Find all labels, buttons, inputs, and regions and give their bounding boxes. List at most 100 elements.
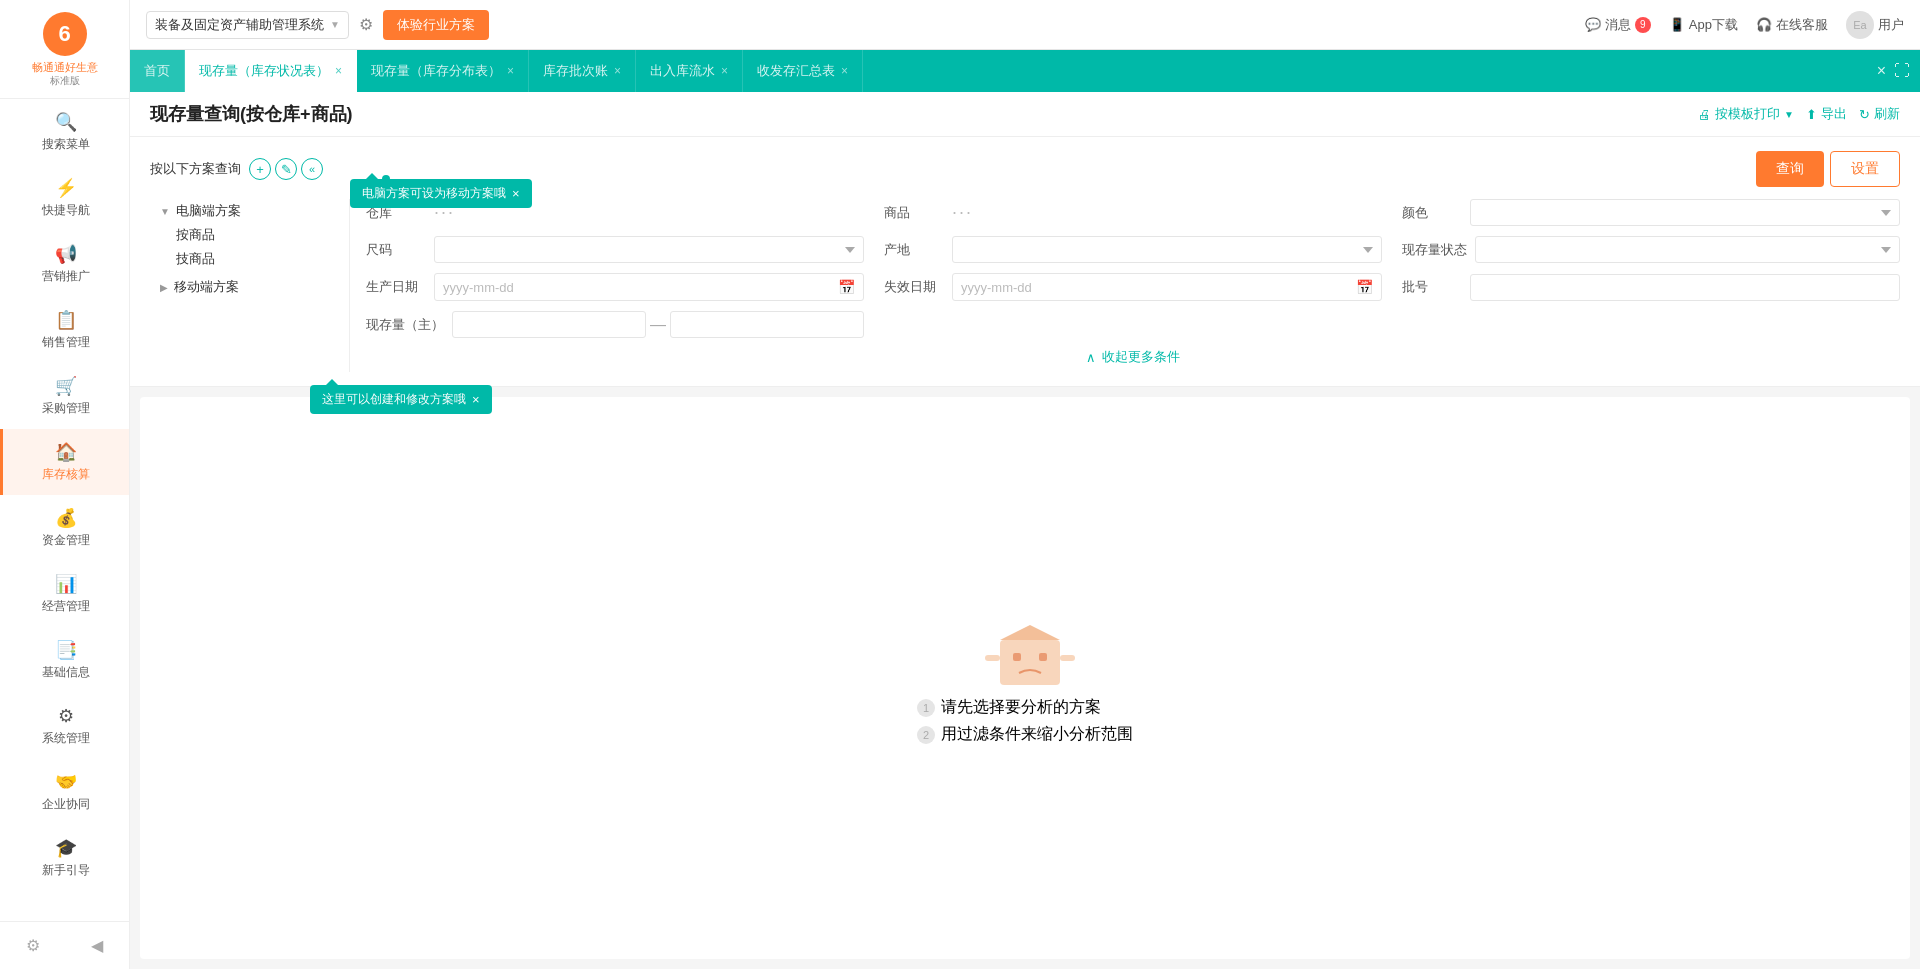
app-selector[interactable]: 装备及固定资产辅助管理系统 ▼ <box>146 11 349 39</box>
chevron-up-icon: ∧ <box>1086 350 1096 365</box>
page-title: 现存量查询(按仓库+商品) <box>150 102 353 126</box>
expiry-date-label: 失效日期 <box>884 278 944 296</box>
tab-inventory-status-close[interactable]: × <box>335 64 342 78</box>
color-select[interactable] <box>1470 199 1900 226</box>
collapse-bar[interactable]: ∧ 收起更多条件 <box>366 338 1900 372</box>
fullscreen-icon[interactable]: ⛶ <box>1894 62 1910 80</box>
sidebar-item-enterprise[interactable]: 🤝 企业协同 <box>0 759 129 825</box>
sidebar-item-label: 企业协同 <box>42 796 90 813</box>
sales-icon: 📋 <box>55 309 77 331</box>
message-label: 消息 <box>1605 16 1631 34</box>
print-icon: 🖨 <box>1698 107 1711 122</box>
query-btn[interactable]: 查询 <box>1756 151 1824 187</box>
phone-icon: 📱 <box>1669 17 1685 32</box>
close-all-icon[interactable]: × <box>1877 62 1886 80</box>
print-template-btn[interactable]: 🖨 按模板打印 ▼ <box>1698 105 1794 123</box>
sidebar-item-label: 营销推广 <box>42 268 90 285</box>
svg-rect-5 <box>1060 655 1075 661</box>
hint-text-2: 用过滤条件来缩小分析范围 <box>941 724 1133 745</box>
production-date-input[interactable]: yyyy-mm-dd 📅 <box>434 273 864 301</box>
sidebar-item-label: 搜索菜单 <box>42 136 90 153</box>
tab-home-label: 首页 <box>144 62 170 80</box>
tab-home[interactable]: 首页 <box>130 50 185 92</box>
scheme-tree-desktop[interactable]: ▼ 电脑端方案 <box>160 199 337 223</box>
filter-row-stock-main: 现存量（主） — <box>366 311 864 338</box>
sidebar-item-marketing[interactable]: 📢 营销推广 <box>0 231 129 297</box>
sidebar-item-operations[interactable]: 📊 经营管理 <box>0 561 129 627</box>
tab-inout-flow[interactable]: 出入库流水 × <box>636 50 743 92</box>
filter-header-label: 按以下方案查询 <box>150 160 241 178</box>
batch-no-input[interactable] <box>1470 274 1900 301</box>
stock-main-max[interactable] <box>670 311 864 338</box>
expiry-date-input[interactable]: yyyy-mm-dd 📅 <box>952 273 1382 301</box>
svg-rect-3 <box>1039 653 1047 661</box>
main: 装备及固定资产辅助管理系统 ▼ ⚙ 体验行业方案 💬 消息 9 📱 App下载 … <box>130 0 1920 969</box>
filter-row-production-date: 生产日期 yyyy-mm-dd 📅 <box>366 273 864 301</box>
app-name: 装备及固定资产辅助管理系统 <box>155 16 324 34</box>
sidebar-nav: 🔍 搜索菜单 ⚡ 快捷导航 📢 营销推广 📋 销售管理 🛒 采购管理 🏠 库存核… <box>0 99 129 921</box>
filter-header: 按以下方案查询 + ✎ « 电脑方案可设为移动方案哦 × 查询 设置 <box>150 151 1900 187</box>
stock-status-select[interactable] <box>1475 236 1900 263</box>
sidebar-collapse-btn[interactable]: ◀ <box>87 932 107 959</box>
scheme-by-goods[interactable]: 按商品 <box>176 223 337 247</box>
tab-inventory-dist-close[interactable]: × <box>507 64 514 78</box>
tooltip-edit-close-btn[interactable]: × <box>472 392 480 407</box>
origin-select[interactable] <box>952 236 1382 263</box>
logo-icon: 6 <box>43 12 87 56</box>
user-btn[interactable]: Ea 用户 <box>1846 11 1904 39</box>
enterprise-icon: 🤝 <box>55 771 77 793</box>
switch-scheme-btn[interactable]: « <box>301 158 323 180</box>
export-btn[interactable]: ⬆ 导出 <box>1806 105 1847 123</box>
operations-icon: 📊 <box>55 573 77 595</box>
svg-rect-4 <box>985 655 1000 661</box>
stock-status-label: 现存量状态 <box>1402 241 1467 259</box>
edit-scheme-btn[interactable]: ✎ <box>275 158 297 180</box>
tab-batch-account[interactable]: 库存批次账 × <box>529 50 636 92</box>
stock-main-min[interactable] <box>452 311 646 338</box>
sidebar-item-basic[interactable]: 📑 基础信息 <box>0 627 129 693</box>
filter-header-icons: + ✎ « <box>249 158 323 180</box>
sidebar-item-inventory[interactable]: 🏠 库存核算 <box>0 429 129 495</box>
tooltip-scheme-close-btn[interactable]: × <box>512 186 520 201</box>
sidebar-item-system[interactable]: ⚙ 系统管理 <box>0 693 129 759</box>
tooltip-edit-text: 这里可以创建和修改方案哦 <box>322 391 466 408</box>
filter-row-expiry-date: 失效日期 yyyy-mm-dd 📅 <box>884 273 1382 301</box>
tab-batch-account-close[interactable]: × <box>614 64 621 78</box>
tab-inout-flow-close[interactable]: × <box>721 64 728 78</box>
tab-receive-summary[interactable]: 收发存汇总表 × <box>743 50 863 92</box>
sidebar-item-purchase[interactable]: 🛒 采购管理 <box>0 363 129 429</box>
color-label: 颜色 <box>1402 204 1462 222</box>
hint-num-1: 1 <box>917 699 935 717</box>
tab-receive-summary-close[interactable]: × <box>841 64 848 78</box>
scheme-by-goods2[interactable]: 技商品 <box>176 247 337 271</box>
refresh-btn[interactable]: ↻ 刷新 <box>1859 105 1900 123</box>
tooltip-scheme: 电脑方案可设为移动方案哦 × <box>350 179 532 208</box>
batch-no-label: 批号 <box>1402 278 1462 296</box>
experience-btn[interactable]: 体验行业方案 <box>383 10 489 40</box>
topbar-settings-icon[interactable]: ⚙ <box>359 15 373 34</box>
sidebar-item-guide[interactable]: 🎓 新手引导 <box>0 825 129 891</box>
online-support-btn[interactable]: 🎧 在线客服 <box>1756 16 1828 34</box>
chevron-down-icon: ▼ <box>1784 109 1794 120</box>
add-scheme-btn[interactable]: + <box>249 158 271 180</box>
chevron-down-icon: ▼ <box>330 19 340 30</box>
app-download-label: App下载 <box>1689 16 1738 34</box>
sidebar-item-sales[interactable]: 📋 销售管理 <box>0 297 129 363</box>
tab-inventory-status-label: 现存量（库存状况表） <box>199 62 329 80</box>
empty-hints: 1 请先选择要分析的方案 2 用过滤条件来缩小分析范围 <box>917 697 1133 751</box>
scheme-tree-mobile[interactable]: ▶ 移动端方案 <box>160 275 337 299</box>
refresh-label: 刷新 <box>1874 105 1900 123</box>
sidebar-settings-btn[interactable]: ⚙ <box>22 932 44 959</box>
sidebar-item-search[interactable]: 🔍 搜索菜单 <box>0 99 129 165</box>
empty-hint-1: 1 请先选择要分析的方案 <box>917 697 1133 718</box>
sidebar-item-quicknav[interactable]: ⚡ 快捷导航 <box>0 165 129 231</box>
message-btn[interactable]: 💬 消息 9 <box>1585 16 1651 34</box>
app-download-btn[interactable]: 📱 App下载 <box>1669 16 1738 34</box>
setting-btn[interactable]: 设置 <box>1830 151 1900 187</box>
sidebar-item-finance[interactable]: 💰 资金管理 <box>0 495 129 561</box>
svg-rect-0 <box>1000 640 1060 685</box>
tab-inventory-dist[interactable]: 现存量（库存分布表） × <box>357 50 529 92</box>
size-select[interactable] <box>434 236 864 263</box>
online-support-label: 在线客服 <box>1776 16 1828 34</box>
tab-inventory-status[interactable]: 现存量（库存状况表） × <box>185 50 357 92</box>
